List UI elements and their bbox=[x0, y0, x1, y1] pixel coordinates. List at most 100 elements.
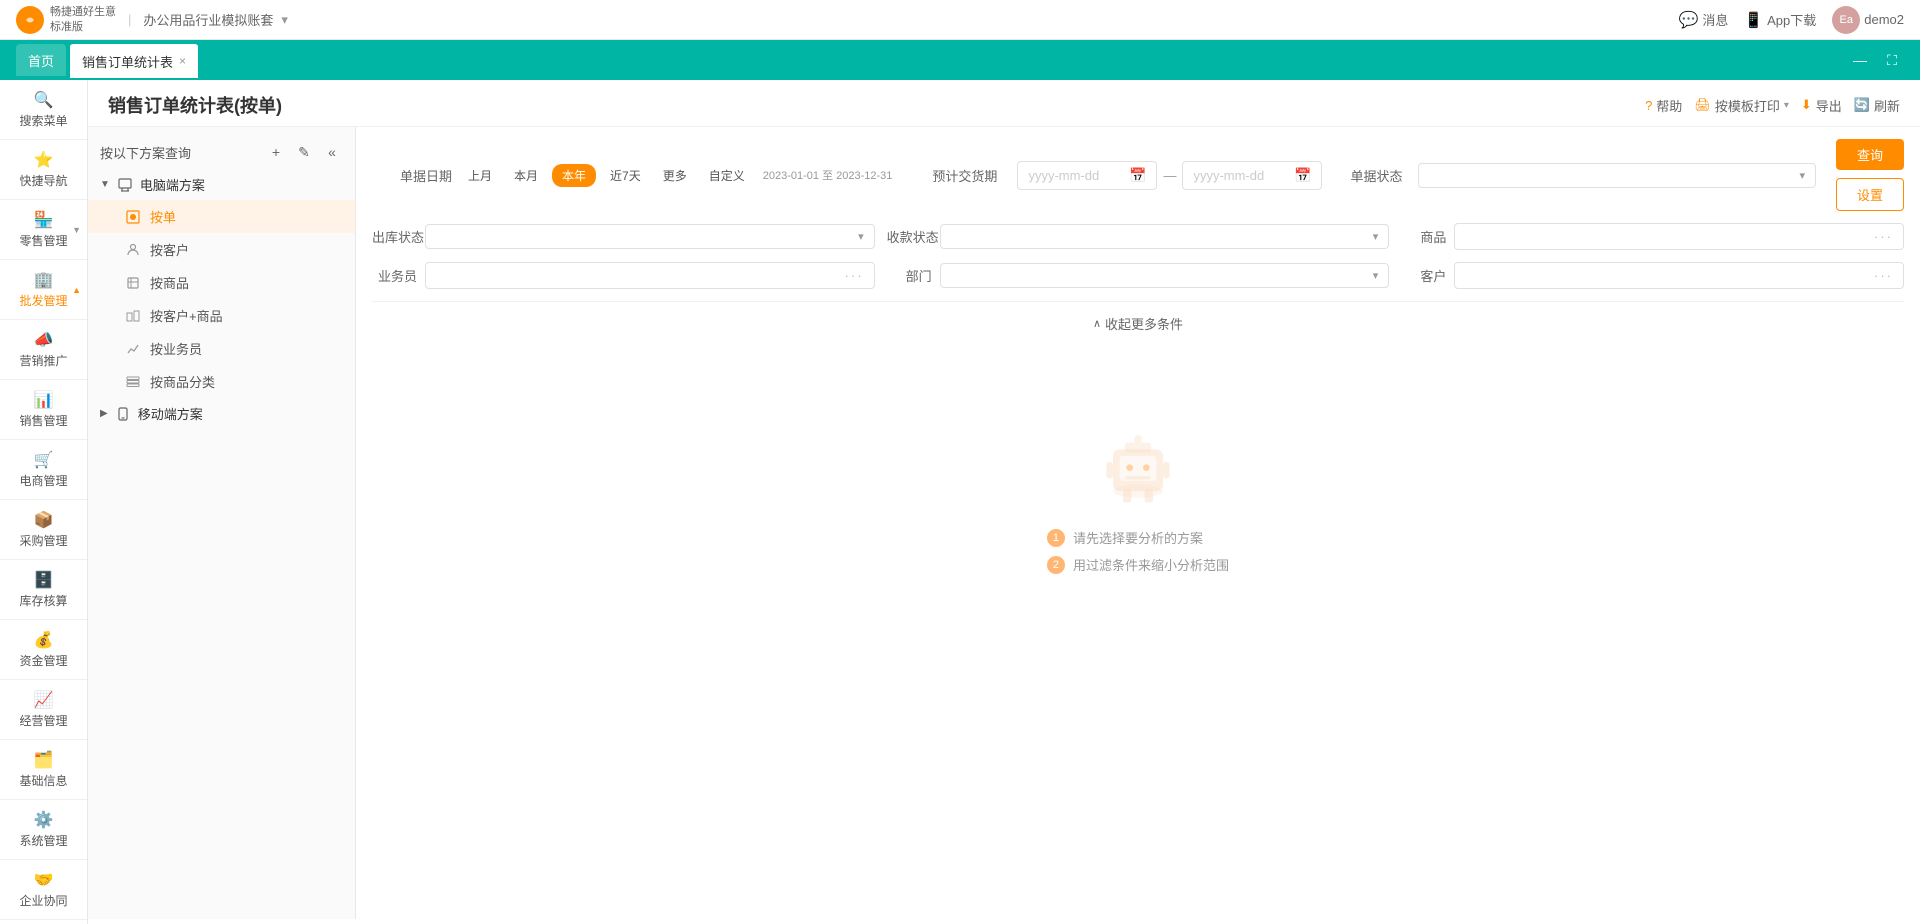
customer-input[interactable]: ··· bbox=[1454, 262, 1904, 289]
sidebar-item-purchase[interactable]: 📦 采购管理 bbox=[0, 500, 87, 560]
group-header-mobile[interactable]: ▶ 移动端方案 bbox=[88, 398, 355, 429]
scheme-group-pc: ▼ 电脑端方案 bbox=[88, 169, 355, 398]
sidebar-item-wholesale[interactable]: 🏢 批发管理 bbox=[0, 260, 87, 320]
phone-icon: 📱 bbox=[1744, 11, 1763, 29]
scheme-item-by-customer-product[interactable]: 按客户+商品 bbox=[88, 299, 355, 332]
page-title: 销售订单统计表(按单) bbox=[108, 92, 282, 118]
hint-num-2: 2 bbox=[1047, 556, 1065, 574]
expected-date-start: yyyy-mm-dd 📅 — yyyy-mm-dd 📅 bbox=[1017, 161, 1322, 190]
this-year-btn[interactable]: 本年 bbox=[552, 164, 596, 187]
scheme-item-by-order[interactable]: 按单 bbox=[88, 200, 355, 233]
sidebar-item-search[interactable]: 🔍 搜索菜单 bbox=[0, 80, 87, 140]
print-icon: 🖨 bbox=[1694, 97, 1711, 113]
sidebar-item-operations[interactable]: 📈 经营管理 bbox=[0, 680, 87, 740]
tab-bar: 首页 销售订单统计表 × — ⛶ bbox=[0, 40, 1920, 80]
sidebar-item-newbie[interactable]: 🌱 新手引导 bbox=[0, 920, 87, 924]
group-header-pc[interactable]: ▼ 电脑端方案 bbox=[88, 169, 355, 200]
collection-status-label: 收款状态 bbox=[887, 227, 932, 246]
add-scheme-btn[interactable]: + bbox=[265, 141, 287, 163]
scheme-label-salesperson: 按业务员 bbox=[150, 339, 202, 358]
settings-btn[interactable]: 设置 bbox=[1836, 178, 1904, 211]
calendar-start-icon: 📅 bbox=[1129, 167, 1146, 184]
logo-box: 畅捷通好生意 标准版 bbox=[16, 5, 116, 34]
scheme-icon-order bbox=[124, 208, 142, 226]
left-panel-actions: + ✎ « bbox=[265, 141, 343, 163]
expected-date-start-input[interactable]: yyyy-mm-dd 📅 bbox=[1017, 161, 1157, 190]
tab-maximize-btn[interactable]: ⛶ bbox=[1880, 48, 1904, 72]
date-quick-btns: 上月 本月 本年 近7天 更多 自定义 2023-01-01 至 2023-12… bbox=[460, 164, 892, 187]
row2-filters: 出库状态 ▾ 收款状态 ▾ bbox=[372, 223, 1904, 250]
status-arrow-icon: ▾ bbox=[1799, 169, 1805, 182]
last-month-btn[interactable]: 上月 bbox=[460, 164, 500, 187]
scheme-item-by-category[interactable]: 按商品分类 bbox=[88, 365, 355, 398]
sidebar-item-ecommerce[interactable]: 🛒 电商管理 bbox=[0, 440, 87, 500]
salesperson-input[interactable]: ··· bbox=[425, 262, 875, 289]
group-arrow-icon: ▼ bbox=[100, 179, 110, 190]
scheme-label-category: 按商品分类 bbox=[150, 372, 215, 391]
scheme-item-by-product[interactable]: 按商品 bbox=[88, 266, 355, 299]
tab-active[interactable]: 销售订单统计表 × bbox=[70, 42, 198, 78]
collapse-up-icon: ∧ bbox=[1093, 317, 1101, 330]
expected-date-end-input[interactable]: yyyy-mm-dd 📅 bbox=[1182, 161, 1322, 190]
print-dropdown-icon[interactable]: ▾ bbox=[1784, 100, 1789, 111]
scheme-item-by-salesperson[interactable]: 按业务员 bbox=[88, 332, 355, 365]
group-mobile-arrow-icon: ▶ bbox=[100, 408, 108, 419]
date-filter-row: 单据日期 上月 本月 本年 近7天 更多 自定义 2023-01-01 至 20… bbox=[372, 139, 1904, 211]
status-filter-dropdown[interactable]: ▾ bbox=[1418, 163, 1816, 188]
top-title: 办公用品行业模拟账套 bbox=[143, 10, 273, 29]
sidebar-item-basic[interactable]: 🗂️ 基础信息 bbox=[0, 740, 87, 800]
refresh-btn[interactable]: 🔄 刷新 bbox=[1854, 96, 1900, 115]
right-area: 单据日期 上月 本月 本年 近7天 更多 自定义 2023-01-01 至 20… bbox=[356, 127, 1920, 919]
left-panel-title: 按以下方案查询 bbox=[100, 143, 191, 162]
scheme-label-order: 按单 bbox=[150, 207, 176, 226]
row3-filters: 业务员 ··· 部门 ▾ bbox=[372, 262, 1904, 289]
user-profile[interactable]: Ea demo2 bbox=[1832, 6, 1904, 34]
export-icon: ⬇ bbox=[1801, 97, 1812, 113]
ship-status-dropdown[interactable]: ▾ bbox=[425, 224, 875, 249]
help-btn[interactable]: ? 帮助 bbox=[1645, 96, 1682, 115]
more-date-btn[interactable]: 更多 bbox=[655, 164, 695, 187]
last7-btn[interactable]: 近7天 bbox=[602, 164, 649, 187]
collapse-btn[interactable]: ∧ 收起更多条件 bbox=[1081, 310, 1195, 337]
custom-date-btn[interactable]: 自定义 bbox=[701, 164, 753, 187]
empty-hint-2: 2 用过滤条件来缩小分析范围 bbox=[1047, 555, 1229, 574]
app-download-btn[interactable]: 📱 App下载 bbox=[1744, 10, 1816, 29]
this-month-btn[interactable]: 本月 bbox=[506, 164, 546, 187]
collection-status-dropdown[interactable]: ▾ bbox=[940, 224, 1390, 249]
collection-status-cell: 收款状态 ▾ bbox=[887, 223, 1390, 250]
edit-scheme-btn[interactable]: ✎ bbox=[293, 141, 315, 163]
ship-status-cell: 出库状态 ▾ bbox=[372, 223, 875, 250]
product-more-icon: ··· bbox=[1874, 229, 1893, 244]
product-input[interactable]: ··· bbox=[1454, 223, 1904, 250]
sidebar-item-enterprise[interactable]: 🤝 企业协同 bbox=[0, 860, 87, 920]
sidebar-item-sales[interactable]: 📊 销售管理 bbox=[0, 380, 87, 440]
product-label: 商品 bbox=[1401, 227, 1446, 246]
export-btn[interactable]: ⬇ 导出 bbox=[1801, 96, 1842, 115]
sidebar-item-retail[interactable]: 🏪 零售管理 bbox=[0, 200, 87, 260]
print-btn[interactable]: 🖨 按模板打印 ▾ bbox=[1694, 96, 1789, 115]
salesperson-more-icon: ··· bbox=[845, 268, 864, 283]
sidebar-item-marketing[interactable]: 📣 营销推广 bbox=[0, 320, 87, 380]
customer-cell: 客户 ··· bbox=[1401, 262, 1904, 289]
scheme-icon-customer bbox=[124, 241, 142, 259]
tab-home[interactable]: 首页 bbox=[16, 44, 66, 76]
query-btn[interactable]: 查询 bbox=[1836, 139, 1904, 170]
page-header: 销售订单统计表(按单) ? 帮助 🖨 按模板打印 ▾ ⬇ 导出 🔄 刷新 bbox=[88, 80, 1920, 127]
department-dropdown[interactable]: ▾ bbox=[940, 263, 1390, 288]
message-btn[interactable]: 💬 消息 bbox=[1678, 10, 1728, 30]
group-mobile-label: 移动端方案 bbox=[138, 404, 203, 423]
sidebar-item-system[interactable]: ⚙️ 系统管理 bbox=[0, 800, 87, 860]
top-dropdown-arrow[interactable]: ▾ bbox=[281, 12, 288, 28]
sidebar-item-nav[interactable]: ⭐ 快捷导航 bbox=[0, 140, 87, 200]
salesperson-label: 业务员 bbox=[372, 266, 417, 285]
left-panel: 按以下方案查询 + ✎ « ▼ bbox=[88, 127, 356, 919]
collapse-panel-btn[interactable]: « bbox=[321, 141, 343, 163]
scheme-item-by-customer[interactable]: 按客户 bbox=[88, 233, 355, 266]
page-actions: ? 帮助 🖨 按模板打印 ▾ ⬇ 导出 🔄 刷新 bbox=[1645, 96, 1900, 115]
sidebar-item-finance[interactable]: 💰 资金管理 bbox=[0, 620, 87, 680]
tab-close-btn[interactable]: × bbox=[179, 54, 186, 68]
sidebar-item-inventory[interactable]: 🗄️ 库存核算 bbox=[0, 560, 87, 620]
date-separator: — bbox=[1163, 168, 1176, 183]
tab-minimize-btn[interactable]: — bbox=[1848, 48, 1872, 72]
logo-icon bbox=[16, 6, 44, 34]
